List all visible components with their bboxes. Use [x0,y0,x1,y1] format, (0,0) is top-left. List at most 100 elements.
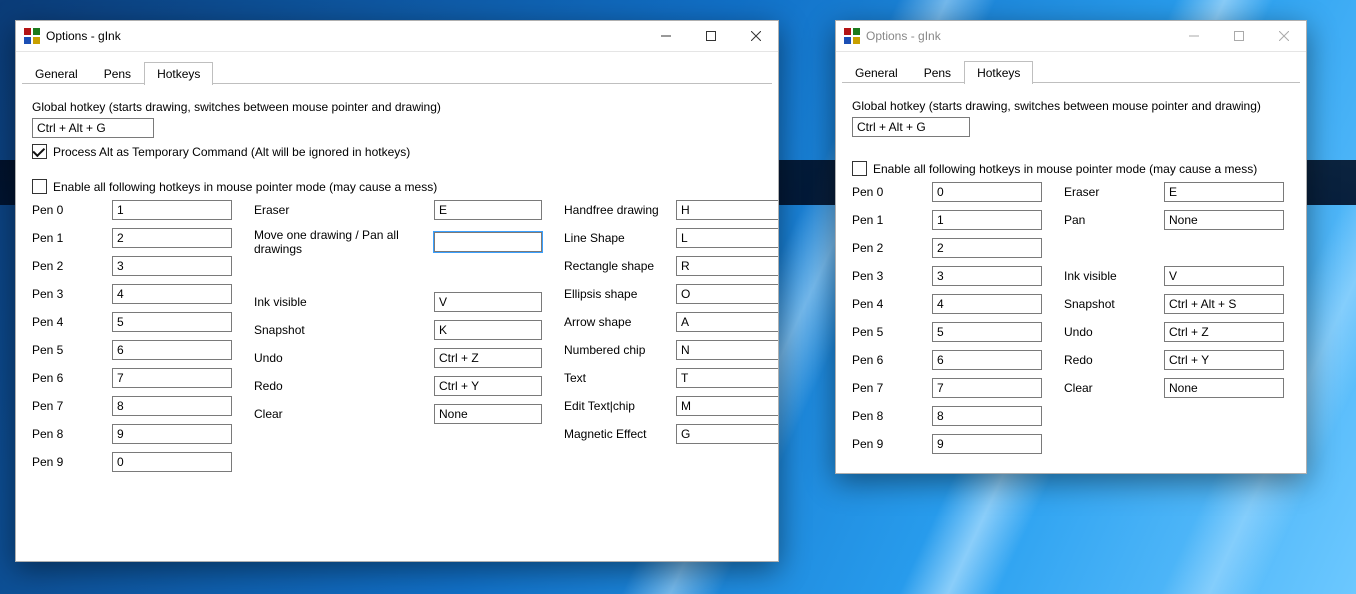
process-alt-checkbox[interactable] [32,144,47,159]
pen4-input[interactable] [112,312,232,332]
tool-hotkeys-column: Eraser Pan x Ink visible Snapshot Undo R… [1064,182,1284,462]
pen7-input[interactable] [932,378,1042,398]
pen0-label: Pen 0 [852,185,932,199]
pen8-input[interactable] [112,424,232,444]
tabstrip: General Pens Hotkeys [16,52,778,84]
pen7-label: Pen 7 [32,399,112,413]
minimize-button[interactable] [1171,21,1216,51]
inkvisible-input[interactable] [1164,266,1284,286]
pen6-label: Pen 6 [852,353,932,367]
pen4-input[interactable] [932,294,1042,314]
pen0-input[interactable] [932,182,1042,202]
pen4-label: Pen 4 [32,315,112,329]
snapshot-input[interactable] [1164,294,1284,314]
pen8-input[interactable] [932,406,1042,426]
maximize-button[interactable] [1216,21,1261,51]
text-label: Text [564,371,676,385]
tab-pens[interactable]: Pens [911,61,964,84]
pen2-input[interactable] [932,238,1042,258]
pen6-input[interactable] [112,368,232,388]
titlebar[interactable]: Options - gInk [836,21,1306,52]
arrow-input[interactable] [676,312,778,332]
enable-all-row[interactable]: Enable all following hotkeys in mouse po… [32,179,762,194]
clear-label: Clear [1064,381,1164,395]
minimize-button[interactable] [643,21,688,51]
global-hotkey-input[interactable] [32,118,154,138]
tab-pens[interactable]: Pens [91,62,144,85]
redo-input[interactable] [434,376,542,396]
line-input[interactable] [676,228,778,248]
undo-label: Undo [254,351,434,365]
text-input[interactable] [676,368,778,388]
numchip-input[interactable] [676,340,778,360]
pan-input[interactable] [1164,210,1284,230]
global-hotkey-input[interactable] [852,117,970,137]
tab-general[interactable]: General [842,61,911,84]
snapshot-label: Snapshot [1064,297,1164,311]
tab-hotkeys[interactable]: Hotkeys [964,61,1033,84]
pen6-label: Pen 6 [32,371,112,385]
pen5-label: Pen 5 [32,343,112,357]
enable-all-checkbox[interactable] [32,179,47,194]
undo-input[interactable] [434,348,542,368]
ellipse-input[interactable] [676,284,778,304]
pen1-label: Pen 1 [852,213,932,227]
magnet-label: Magnetic Effect [564,427,676,441]
tab-panel-hotkeys: Global hotkey (starts drawing, switches … [16,84,778,561]
pan-label: Move one drawing / Pan all drawings [254,228,434,256]
inkvisible-label: Ink visible [1064,269,1164,283]
options-window-1[interactable]: Options - gInk General Pens Hotkeys Glob… [15,20,779,562]
tab-hotkeys[interactable]: Hotkeys [144,62,213,85]
pen1-label: Pen 1 [32,231,112,245]
rect-input[interactable] [676,256,778,276]
pen9-label: Pen 9 [852,437,932,451]
pen5-label: Pen 5 [852,325,932,339]
pen-hotkeys-column: Pen 0 Pen 1 Pen 2 Pen 3 Pen 4 Pen 5 Pen … [32,200,232,480]
magnet-input[interactable] [676,424,778,444]
pen2-label: Pen 2 [32,259,112,273]
maximize-button[interactable] [688,21,733,51]
handfree-input[interactable] [676,200,778,220]
enable-all-label: Enable all following hotkeys in mouse po… [53,180,437,194]
redo-input[interactable] [1164,350,1284,370]
pen9-input[interactable] [112,452,232,472]
pen7-input[interactable] [112,396,232,416]
pen1-input[interactable] [112,228,232,248]
pen7-label: Pen 7 [852,381,932,395]
pen3-input[interactable] [932,266,1042,286]
process-alt-row[interactable]: Process Alt as Temporary Command (Alt wi… [32,144,762,159]
pen3-input[interactable] [112,284,232,304]
eraser-input[interactable] [1164,182,1284,202]
eraser-input[interactable] [434,200,542,220]
pen6-input[interactable] [932,350,1042,370]
tab-general[interactable]: General [22,62,91,85]
ellipse-label: Ellipsis shape [564,287,676,301]
pen5-input[interactable] [112,340,232,360]
window-title: Options - gInk [866,29,941,43]
close-button[interactable] [733,21,778,51]
pen3-label: Pen 3 [32,287,112,301]
titlebar[interactable]: Options - gInk [16,21,778,52]
tool-hotkeys-column: Eraser Move one drawing / Pan all drawin… [254,200,542,480]
options-window-2[interactable]: Options - gInk General Pens Hotkeys Glob… [835,20,1307,474]
eraser-label: Eraser [254,203,434,217]
redo-label: Redo [254,379,434,393]
pen1-input[interactable] [932,210,1042,230]
clear-input[interactable] [1164,378,1284,398]
pen2-input[interactable] [112,256,232,276]
pen9-input[interactable] [932,434,1042,454]
enable-all-checkbox[interactable] [852,161,867,176]
window-controls [643,21,778,51]
clear-input[interactable] [434,404,542,424]
pan-input[interactable] [434,232,542,252]
edittext-input[interactable] [676,396,778,416]
close-button[interactable] [1261,21,1306,51]
line-label: Line Shape [564,231,676,245]
pen5-input[interactable] [932,322,1042,342]
undo-input[interactable] [1164,322,1284,342]
enable-all-row[interactable]: Enable all following hotkeys in mouse po… [852,161,1290,176]
inkvisible-input[interactable] [434,292,542,312]
pen0-input[interactable] [112,200,232,220]
snapshot-input[interactable] [434,320,542,340]
eraser-label: Eraser [1064,185,1164,199]
